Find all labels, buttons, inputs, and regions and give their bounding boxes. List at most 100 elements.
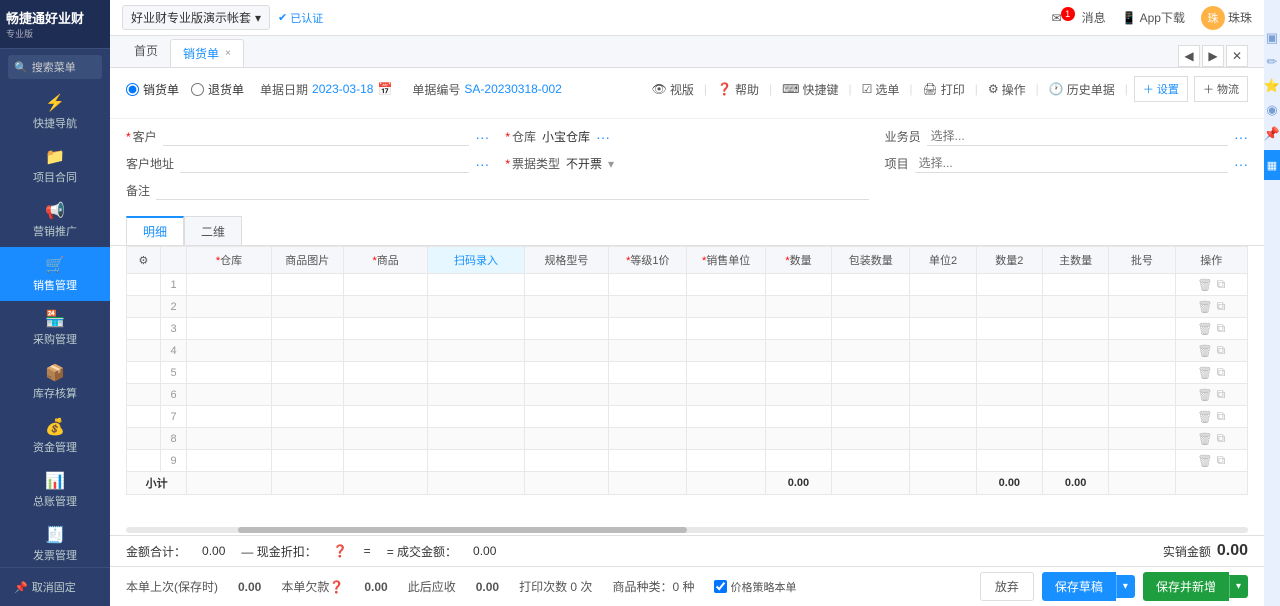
td-unit[interactable] bbox=[687, 450, 765, 472]
td-product[interactable] bbox=[343, 318, 427, 340]
td-batch[interactable] bbox=[1109, 384, 1175, 406]
td-unit2[interactable] bbox=[910, 384, 976, 406]
td-pack-qty[interactable] bbox=[832, 274, 910, 296]
td-spec[interactable] bbox=[524, 450, 608, 472]
td-spec[interactable] bbox=[524, 318, 608, 340]
add-row-button[interactable]: ＋ 物流 bbox=[1194, 76, 1248, 102]
delete-row-icon[interactable]: 🗑 bbox=[1197, 388, 1212, 402]
td-unit2[interactable] bbox=[910, 428, 976, 450]
delete-row-icon[interactable]: 🗑 bbox=[1197, 344, 1212, 358]
td-spec[interactable] bbox=[524, 428, 608, 450]
copy-row-icon[interactable]: ⧉ bbox=[1217, 387, 1226, 402]
td-qty2[interactable] bbox=[976, 428, 1042, 450]
next-window-btn[interactable]: ▶ bbox=[1202, 45, 1224, 67]
tab-ertai[interactable]: 二维 bbox=[184, 216, 242, 245]
close-window-btn[interactable]: ✕ bbox=[1226, 45, 1248, 67]
td-unit2[interactable] bbox=[910, 318, 976, 340]
toolbar-history[interactable]: 🕐 历史单据 bbox=[1045, 79, 1119, 100]
toolbar-view[interactable]: 👁 视版 bbox=[648, 79, 698, 100]
td-barcode[interactable] bbox=[428, 428, 524, 450]
message-btn[interactable]: ✉ 1 消息 bbox=[1052, 9, 1106, 26]
delete-row-icon[interactable]: 🗑 bbox=[1197, 300, 1212, 314]
tab-sales-order[interactable]: 销货单 × bbox=[170, 39, 244, 67]
sidebar-bottom-cancel-pin[interactable]: 📌 取消固定 bbox=[6, 574, 104, 600]
scrollbar-thumb[interactable] bbox=[238, 527, 687, 533]
td-product[interactable] bbox=[343, 362, 427, 384]
price-rule-input[interactable] bbox=[714, 580, 727, 593]
th-settings[interactable]: ⚙ bbox=[127, 247, 161, 274]
td-qty[interactable] bbox=[765, 296, 831, 318]
user-avatar-btn[interactable]: 珠 珠珠 bbox=[1201, 6, 1252, 30]
td-main-qty[interactable] bbox=[1043, 428, 1109, 450]
td-price1[interactable] bbox=[609, 406, 687, 428]
right-action-icon-4[interactable]: ◉ bbox=[1266, 102, 1277, 118]
copy-row-icon[interactable]: ⧉ bbox=[1217, 431, 1226, 446]
td-product[interactable] bbox=[343, 274, 427, 296]
copy-row-icon[interactable]: ⧉ bbox=[1217, 365, 1226, 380]
td-warehouse[interactable] bbox=[187, 406, 271, 428]
td-warehouse[interactable] bbox=[187, 384, 271, 406]
td-qty2[interactable] bbox=[976, 384, 1042, 406]
customer-dots-btn[interactable]: ··· bbox=[475, 129, 489, 145]
td-main-qty[interactable] bbox=[1043, 384, 1109, 406]
td-qty[interactable] bbox=[765, 274, 831, 296]
td-main-qty[interactable] bbox=[1043, 274, 1109, 296]
sidebar-item-sales[interactable]: 🛒 销售管理 bbox=[0, 247, 110, 301]
td-pack-qty[interactable] bbox=[832, 428, 910, 450]
td-barcode[interactable] bbox=[428, 450, 524, 472]
invoice-dropdown-icon[interactable]: ▾ bbox=[608, 157, 614, 171]
td-product[interactable] bbox=[343, 428, 427, 450]
td-unit[interactable] bbox=[687, 406, 765, 428]
delete-row-icon[interactable]: 🗑 bbox=[1197, 366, 1212, 380]
delete-row-icon[interactable]: 🗑 bbox=[1197, 454, 1212, 468]
app-download-btn[interactable]: 📱 App下载 bbox=[1122, 9, 1185, 26]
sidebar-item-invoice[interactable]: 🧾 发票管理 bbox=[0, 517, 110, 567]
td-barcode[interactable] bbox=[428, 384, 524, 406]
td-main-qty[interactable] bbox=[1043, 362, 1109, 384]
salesperson-input[interactable] bbox=[927, 127, 1228, 146]
td-pack-qty[interactable] bbox=[832, 318, 910, 340]
td-batch[interactable] bbox=[1109, 428, 1175, 450]
td-price1[interactable] bbox=[609, 274, 687, 296]
td-unit[interactable] bbox=[687, 318, 765, 340]
tab-close-icon[interactable]: × bbox=[225, 48, 231, 59]
td-qty[interactable] bbox=[765, 428, 831, 450]
scrollbar-track[interactable] bbox=[126, 527, 1248, 533]
td-barcode[interactable] bbox=[428, 406, 524, 428]
td-product[interactable] bbox=[343, 340, 427, 362]
td-warehouse[interactable] bbox=[187, 296, 271, 318]
warehouse-dots-btn[interactable]: ··· bbox=[596, 129, 610, 145]
td-unit[interactable] bbox=[687, 274, 765, 296]
td-qty2[interactable] bbox=[976, 362, 1042, 384]
td-main-qty[interactable] bbox=[1043, 450, 1109, 472]
td-batch[interactable] bbox=[1109, 318, 1175, 340]
right-action-icon-active[interactable]: ▦ bbox=[1264, 150, 1280, 180]
price-rule-checkbox[interactable]: 价格策略本单 bbox=[714, 579, 796, 595]
td-spec[interactable] bbox=[524, 362, 608, 384]
td-product[interactable] bbox=[343, 384, 427, 406]
td-pack-qty[interactable] bbox=[832, 340, 910, 362]
customer-input[interactable] bbox=[163, 127, 470, 146]
td-unit[interactable] bbox=[687, 296, 765, 318]
td-main-qty[interactable] bbox=[1043, 318, 1109, 340]
td-warehouse[interactable] bbox=[187, 274, 271, 296]
toolbar-help[interactable]: ❓ 帮助 bbox=[713, 79, 763, 100]
td-warehouse[interactable] bbox=[187, 318, 271, 340]
project-dots-btn[interactable]: ··· bbox=[1234, 156, 1248, 172]
copy-row-icon[interactable]: ⧉ bbox=[1217, 299, 1226, 314]
td-qty[interactable] bbox=[765, 318, 831, 340]
td-main-qty[interactable] bbox=[1043, 406, 1109, 428]
td-unit2[interactable] bbox=[910, 274, 976, 296]
sidebar-item-purchase[interactable]: 🏪 采购管理 bbox=[0, 301, 110, 355]
td-batch[interactable] bbox=[1109, 362, 1175, 384]
delete-row-icon[interactable]: 🗑 bbox=[1197, 322, 1212, 336]
td-unit2[interactable] bbox=[910, 362, 976, 384]
td-barcode[interactable] bbox=[428, 274, 524, 296]
sidebar-item-inventory[interactable]: 📦 库存核算 bbox=[0, 355, 110, 409]
td-unit[interactable] bbox=[687, 384, 765, 406]
td-qty2[interactable] bbox=[976, 274, 1042, 296]
copy-row-icon[interactable]: ⧉ bbox=[1217, 277, 1226, 292]
td-pack-qty[interactable] bbox=[832, 384, 910, 406]
td-warehouse[interactable] bbox=[187, 340, 271, 362]
tab-home[interactable]: 首页 bbox=[122, 36, 170, 67]
